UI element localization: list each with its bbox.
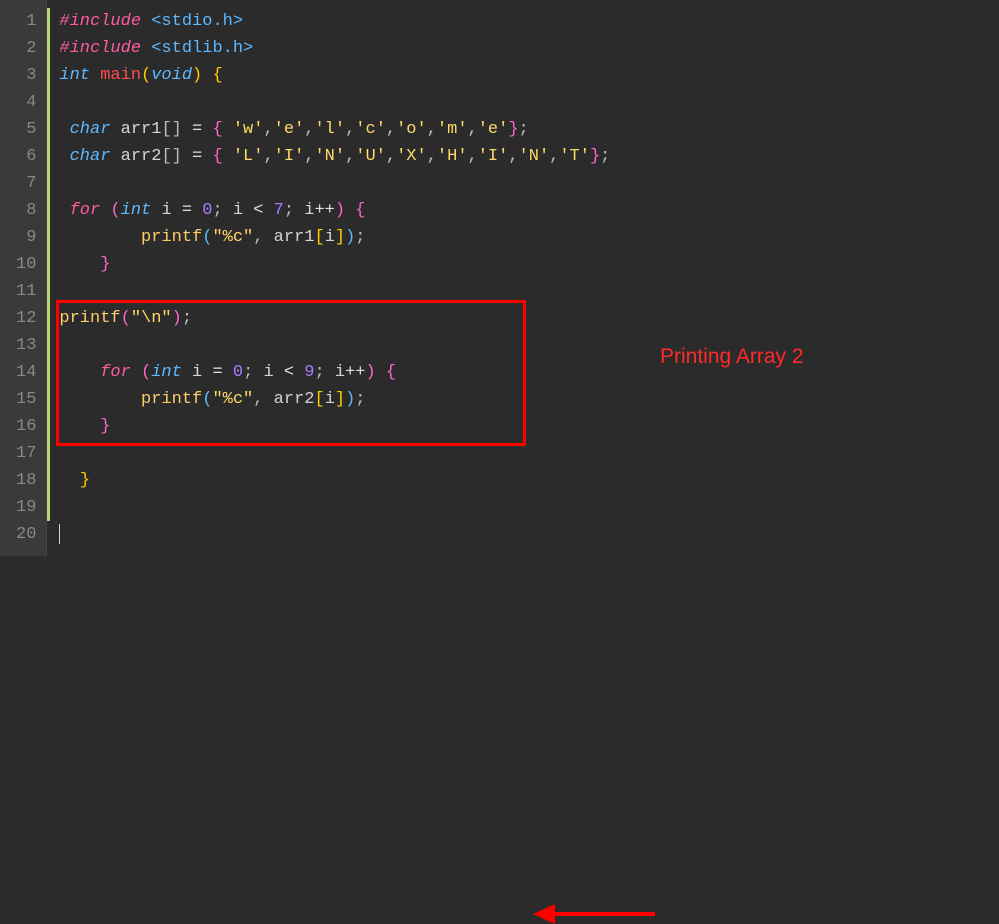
line-number: 7: [16, 170, 36, 197]
code-line[interactable]: [59, 440, 999, 467]
code-line[interactable]: char arr1[] = { 'w','e','l','c','o','m',…: [59, 116, 999, 143]
active-file-indicator: [47, 8, 50, 521]
code-line[interactable]: [59, 332, 999, 359]
annotation-label: Printing Array 2: [660, 345, 804, 369]
code-editor: 1 2 3 4 5 6 7 8 9 10 11 12 13 14 15 16 1…: [0, 0, 999, 556]
line-number: 4: [16, 89, 36, 116]
code-line[interactable]: }: [59, 251, 999, 278]
line-number: 2: [16, 35, 36, 62]
code-line[interactable]: }: [59, 413, 999, 440]
code-line[interactable]: #include <stdio.h>: [59, 8, 999, 35]
line-number: 8: [16, 197, 36, 224]
line-number: 5: [16, 116, 36, 143]
line-number-gutter: 1 2 3 4 5 6 7 8 9 10 11 12 13 14 15 16 1…: [0, 0, 47, 556]
line-number: 1: [16, 8, 36, 35]
line-number: 10: [16, 251, 36, 278]
line-number: 12: [16, 305, 36, 332]
code-line[interactable]: for (int i = 0; i < 7; i++) {: [59, 197, 999, 224]
code-line[interactable]: }: [59, 467, 999, 494]
code-line[interactable]: char arr2[] = { 'L','I','N','U','X','H',…: [59, 143, 999, 170]
line-number: 20: [16, 521, 36, 548]
code-line[interactable]: [59, 521, 999, 548]
code-line[interactable]: printf("%c", arr1[i]);: [59, 224, 999, 251]
code-line[interactable]: [59, 278, 999, 305]
code-content[interactable]: #include <stdio.h> #include <stdlib.h> i…: [47, 0, 999, 556]
text-cursor: [59, 524, 60, 544]
line-number: 16: [16, 413, 36, 440]
code-line[interactable]: [59, 89, 999, 116]
line-number: 11: [16, 278, 36, 305]
code-line[interactable]: printf("%c", arr2[i]);: [59, 386, 999, 413]
line-number: 17: [16, 440, 36, 467]
code-line[interactable]: for (int i = 0; i < 9; i++) {: [59, 359, 999, 386]
code-line[interactable]: printf("\n");: [59, 305, 999, 332]
code-line[interactable]: int main(void) {: [59, 62, 999, 89]
line-number: 9: [16, 224, 36, 251]
line-number: 18: [16, 467, 36, 494]
line-number: 14: [16, 359, 36, 386]
code-line[interactable]: #include <stdlib.h>: [59, 35, 999, 62]
code-line[interactable]: [59, 170, 999, 197]
line-number: 6: [16, 143, 36, 170]
code-line[interactable]: [59, 494, 999, 521]
line-number: 3: [16, 62, 36, 89]
line-number: 19: [16, 494, 36, 521]
line-number: 15: [16, 386, 36, 413]
line-number: 13: [16, 332, 36, 359]
